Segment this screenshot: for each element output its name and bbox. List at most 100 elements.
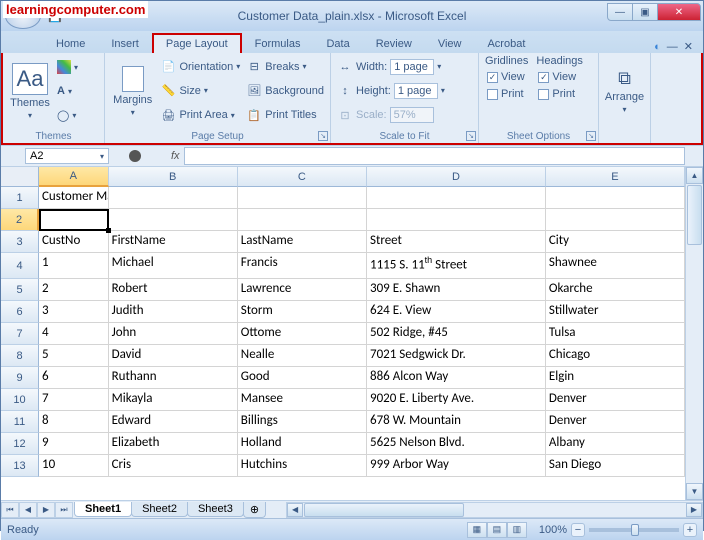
help-icon[interactable]: ◐ bbox=[654, 41, 661, 53]
new-sheet-button[interactable]: ⊕ bbox=[243, 502, 266, 518]
page-layout-view-icon[interactable]: ▤ bbox=[487, 522, 507, 538]
cell[interactable]: 7 bbox=[39, 389, 109, 411]
cell[interactable]: 309 E. Shawn bbox=[367, 279, 546, 301]
cell[interactable]: 502 Ridge, #45 bbox=[367, 323, 546, 345]
theme-fonts-button[interactable]: A▾ bbox=[55, 84, 80, 98]
cell[interactable]: Tulsa bbox=[546, 323, 685, 345]
themes-button[interactable]: Aa Themes ▾ bbox=[7, 55, 53, 127]
cell[interactable]: Hutchins bbox=[238, 455, 367, 477]
column-header-A[interactable]: A bbox=[39, 167, 109, 187]
row-header-7[interactable]: 7 bbox=[1, 323, 39, 345]
row-header-4[interactable]: 4 bbox=[1, 253, 39, 279]
tab-formulas[interactable]: Formulas bbox=[242, 34, 314, 53]
cell[interactable]: 9 bbox=[39, 433, 109, 455]
last-sheet-icon[interactable]: ⏭ bbox=[55, 502, 73, 518]
scroll-down-icon[interactable]: ▼ bbox=[686, 483, 703, 500]
cell[interactable]: 999 Arbor Way bbox=[367, 455, 546, 477]
cell[interactable]: Cris bbox=[109, 455, 238, 477]
tab-page-layout[interactable]: Page Layout bbox=[152, 33, 242, 53]
zoom-level[interactable]: 100% bbox=[539, 524, 567, 536]
cell[interactable]: Judith bbox=[109, 301, 238, 323]
orientation-button[interactable]: 📄Orientation ▾ bbox=[158, 58, 242, 76]
minimize-ribbon-icon[interactable]: — bbox=[667, 41, 678, 53]
cell[interactable]: 4 bbox=[39, 323, 109, 345]
cell[interactable]: 3 bbox=[39, 301, 109, 323]
cell[interactable]: John bbox=[109, 323, 238, 345]
cell[interactable]: 9020 E. Liberty Ave. bbox=[367, 389, 546, 411]
cell[interactable]: Lawrence bbox=[238, 279, 367, 301]
size-button[interactable]: 📏Size ▾ bbox=[158, 82, 242, 100]
row-header-6[interactable]: 6 bbox=[1, 301, 39, 323]
row-header-1[interactable]: 1 bbox=[1, 187, 39, 209]
cell[interactable]: 8 bbox=[39, 411, 109, 433]
column-header-B[interactable]: B bbox=[109, 167, 238, 187]
arrange-button[interactable]: ⧉ Arrange▾ bbox=[603, 55, 646, 127]
column-header-C[interactable]: C bbox=[238, 167, 367, 187]
gridlines-print-checkbox[interactable]: Print bbox=[485, 87, 528, 101]
cell[interactable] bbox=[367, 209, 546, 231]
cell[interactable]: Ruthann bbox=[109, 367, 238, 389]
tab-insert[interactable]: Insert bbox=[98, 34, 152, 53]
cell[interactable]: 5 bbox=[39, 345, 109, 367]
cell[interactable]: CustNo bbox=[39, 231, 109, 253]
breaks-button[interactable]: ⊟Breaks ▾ bbox=[244, 58, 326, 76]
cell[interactable]: Storm bbox=[238, 301, 367, 323]
cell[interactable]: LastName bbox=[238, 231, 367, 253]
tab-data[interactable]: Data bbox=[313, 34, 362, 53]
next-sheet-icon[interactable]: ▶ bbox=[37, 502, 55, 518]
headings-print-checkbox[interactable]: Print bbox=[536, 87, 582, 101]
cell[interactable]: Mikayla bbox=[109, 389, 238, 411]
horizontal-scrollbar[interactable]: ◀ ▶ bbox=[286, 502, 703, 518]
tab-view[interactable]: View bbox=[425, 34, 475, 53]
cell[interactable]: Chicago bbox=[546, 345, 685, 367]
zoom-out-button[interactable]: − bbox=[571, 523, 585, 537]
cell[interactable]: 1 bbox=[39, 253, 109, 279]
column-header-E[interactable]: E bbox=[546, 167, 685, 187]
cell[interactable]: Michael bbox=[109, 253, 238, 279]
scroll-right-icon[interactable]: ▶ bbox=[686, 503, 702, 517]
cell[interactable]: 7021 Sedgwick Dr. bbox=[367, 345, 546, 367]
sheet-options-launcher[interactable]: ↘ bbox=[586, 131, 596, 141]
cell[interactable] bbox=[367, 187, 546, 209]
cell[interactable]: Billings bbox=[238, 411, 367, 433]
scale-launcher[interactable]: ↘ bbox=[466, 131, 476, 141]
cell[interactable] bbox=[39, 209, 109, 231]
cell[interactable]: Ottome bbox=[238, 323, 367, 345]
select-all-corner[interactable] bbox=[1, 167, 39, 187]
cell[interactable] bbox=[238, 209, 367, 231]
name-box[interactable]: A2▾ bbox=[25, 148, 109, 164]
scroll-thumb-horizontal[interactable] bbox=[304, 503, 464, 517]
first-sheet-icon[interactable]: ⏮ bbox=[1, 502, 19, 518]
cell[interactable]: 1115 S. 11th Street bbox=[367, 253, 546, 279]
cell[interactable]: Mansee bbox=[238, 389, 367, 411]
doc-close-icon[interactable]: ✕ bbox=[684, 40, 693, 53]
cell[interactable]: Holland bbox=[238, 433, 367, 455]
background-button[interactable]: 🖼Background bbox=[244, 82, 326, 100]
cell[interactable]: 10 bbox=[39, 455, 109, 477]
cell[interactable]: Stillwater bbox=[546, 301, 685, 323]
vertical-scrollbar[interactable]: ▲ ▼ bbox=[685, 167, 703, 500]
margins-button[interactable]: Margins▾ bbox=[109, 55, 156, 127]
sheet-tab-sheet1[interactable]: Sheet1 bbox=[74, 502, 132, 517]
cell[interactable]: Customer Master List bbox=[39, 187, 109, 209]
cell[interactable]: San Diego bbox=[546, 455, 685, 477]
sheet-tab-sheet3[interactable]: Sheet3 bbox=[187, 502, 244, 517]
cell[interactable] bbox=[546, 209, 685, 231]
cell[interactable] bbox=[238, 187, 367, 209]
cell[interactable] bbox=[109, 209, 238, 231]
tab-home[interactable]: Home bbox=[43, 34, 98, 53]
print-titles-button[interactable]: 📋Print Titles bbox=[244, 106, 326, 124]
row-header-8[interactable]: 8 bbox=[1, 345, 39, 367]
cell[interactable]: City bbox=[546, 231, 685, 253]
fx-icon[interactable]: fx bbox=[171, 150, 180, 162]
cell[interactable]: Robert bbox=[109, 279, 238, 301]
page-setup-launcher[interactable]: ↘ bbox=[318, 131, 328, 141]
cell[interactable]: Good bbox=[238, 367, 367, 389]
cell[interactable]: Albany bbox=[546, 433, 685, 455]
gridlines-view-checkbox[interactable]: ✓View bbox=[485, 70, 528, 84]
cell[interactable]: 886 Alcon Way bbox=[367, 367, 546, 389]
tab-review[interactable]: Review bbox=[363, 34, 425, 53]
cell[interactable]: Edward bbox=[109, 411, 238, 433]
page-break-view-icon[interactable]: ▥ bbox=[507, 522, 527, 538]
cell[interactable]: Elgin bbox=[546, 367, 685, 389]
